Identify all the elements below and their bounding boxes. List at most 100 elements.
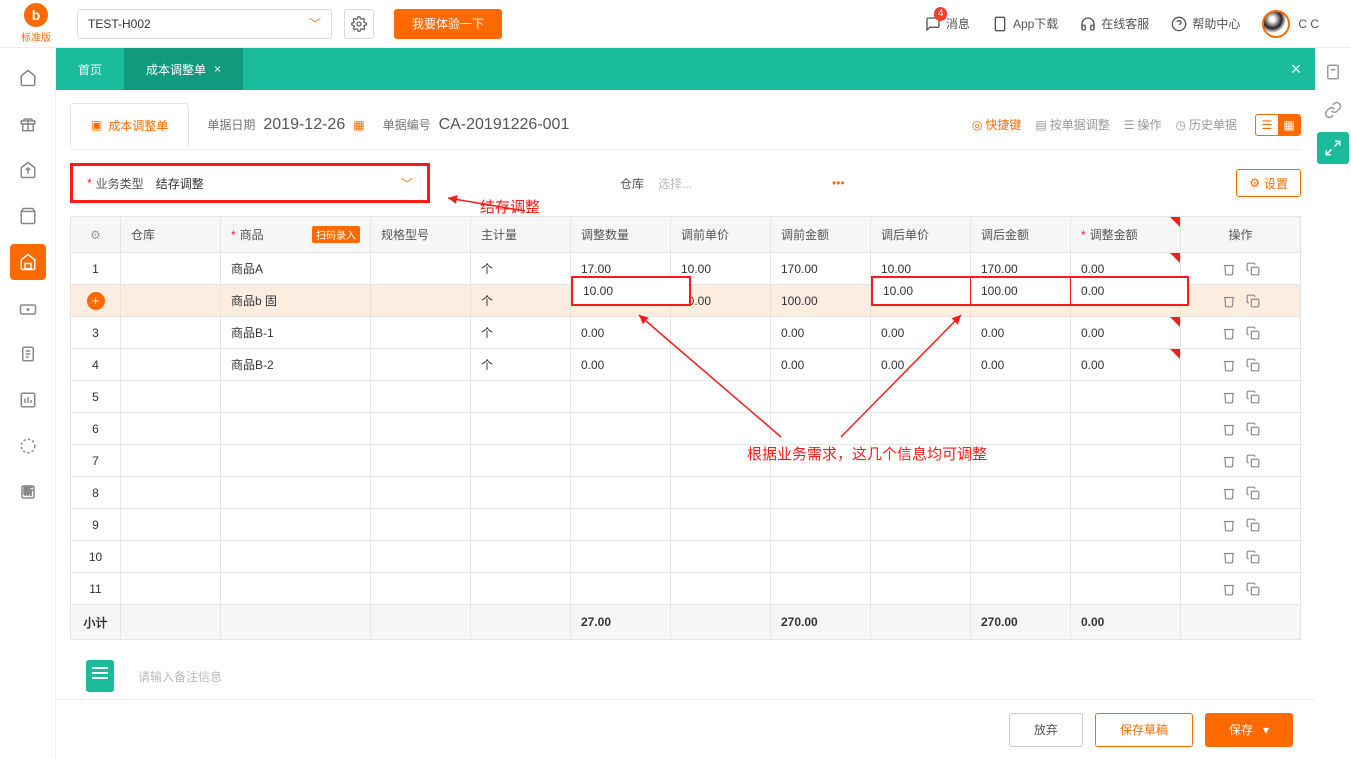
- copy-icon[interactable]: [1245, 453, 1261, 469]
- nav-upload-icon[interactable]: [10, 152, 46, 188]
- annotation-arrow: [631, 307, 791, 447]
- copy-icon[interactable]: [1245, 549, 1261, 565]
- doc-date[interactable]: 单据日期 2019-12-26 ▦: [207, 116, 364, 134]
- user-menu[interactable]: C C: [1262, 10, 1319, 38]
- chevron-down-icon: ﹀: [309, 15, 321, 32]
- copy-icon[interactable]: [1245, 357, 1261, 373]
- org-settings-button[interactable]: [344, 9, 374, 39]
- table-row[interactable]: 10: [71, 541, 1300, 573]
- col-spec[interactable]: 规格型号: [371, 217, 471, 252]
- col-gear[interactable]: ⚙: [71, 217, 121, 252]
- nav-bag-icon[interactable]: [10, 198, 46, 234]
- delete-icon[interactable]: [1221, 293, 1237, 309]
- tab-cost-adjust[interactable]: 成本调整单×: [124, 48, 243, 90]
- copy-icon[interactable]: [1245, 485, 1261, 501]
- expand-icon[interactable]: [1317, 132, 1349, 164]
- data-table: ⚙ 仓库 *商品扫码录入 规格型号 主计量 调整数量 调前单价 调前金额 调后单…: [70, 216, 1301, 640]
- help-button[interactable]: 帮助中心: [1171, 15, 1240, 32]
- settings-button[interactable]: ⚙设置: [1236, 169, 1301, 197]
- chevron-down-icon: ﹀: [401, 175, 413, 192]
- try-button[interactable]: 我要体验一下: [394, 9, 502, 39]
- gear-icon: ⚙: [90, 228, 101, 242]
- messages-button[interactable]: 4 消息: [925, 15, 970, 32]
- col-post-amt[interactable]: 调后金额: [971, 217, 1071, 252]
- top-bar: b 标准版 TEST-H002 ﹀ 我要体验一下 4 消息 App下载 在线客服…: [0, 0, 1351, 48]
- table-row[interactable]: 9: [71, 509, 1300, 541]
- col-adj-amt[interactable]: *调整金额: [1071, 217, 1181, 252]
- table-footer: 小计 27.00 270.00 270.00 0.00: [71, 605, 1300, 639]
- delete-icon[interactable]: [1221, 261, 1237, 277]
- note-icon[interactable]: [1317, 56, 1349, 88]
- calendar-icon[interactable]: ▦: [353, 118, 364, 132]
- doc-tab[interactable]: ▣ 成本调整单: [70, 103, 189, 147]
- headset-icon: [1080, 16, 1096, 32]
- gear-icon: ⚙: [1249, 176, 1260, 190]
- delete-icon[interactable]: [1221, 517, 1237, 533]
- col-qty[interactable]: 调整数量: [571, 217, 671, 252]
- delete-icon[interactable]: [1221, 421, 1237, 437]
- save-button[interactable]: 保存▾: [1205, 713, 1293, 747]
- delete-icon[interactable]: [1221, 325, 1237, 341]
- col-post-price[interactable]: 调后单价: [871, 217, 971, 252]
- copy-icon[interactable]: [1245, 517, 1261, 533]
- copy-icon[interactable]: [1245, 421, 1261, 437]
- biz-type-select[interactable]: * 业务类型 结存调整 ﹀: [70, 163, 430, 203]
- grid-view-icon[interactable]: ▦: [1278, 115, 1300, 135]
- remark-input[interactable]: 请输入备注信息: [130, 660, 1301, 700]
- table-row[interactable]: 11: [71, 573, 1300, 605]
- tabs-close-all[interactable]: ×: [1277, 48, 1315, 90]
- col-product[interactable]: *商品扫码录入: [221, 217, 371, 252]
- copy-icon[interactable]: [1245, 581, 1261, 597]
- annotation-1: 结存调整: [480, 196, 540, 217]
- view-toggle[interactable]: ☰ ▦: [1255, 114, 1301, 136]
- hotkey-link[interactable]: ◎快捷键: [972, 116, 1022, 133]
- copy-icon[interactable]: [1245, 261, 1261, 277]
- delete-icon[interactable]: [1221, 389, 1237, 405]
- org-select[interactable]: TEST-H002 ﹀: [77, 9, 332, 39]
- copy-icon[interactable]: [1245, 389, 1261, 405]
- nav-money-icon[interactable]: [10, 290, 46, 326]
- delete-icon[interactable]: [1221, 485, 1237, 501]
- col-warehouse[interactable]: 仓库: [121, 217, 221, 252]
- col-pre-price[interactable]: 调前单价: [671, 217, 771, 252]
- save-draft-button[interactable]: 保存草稿: [1095, 713, 1193, 747]
- nav-warehouse-icon[interactable]: [10, 244, 46, 280]
- ops-link[interactable]: ☰操作: [1124, 116, 1162, 133]
- logo[interactable]: b 标准版: [10, 3, 62, 44]
- link-icon[interactable]: [1317, 94, 1349, 126]
- col-unit[interactable]: 主计量: [471, 217, 571, 252]
- table-row[interactable]: 7: [71, 445, 1300, 477]
- post-amt-input[interactable]: 100.00: [971, 276, 1071, 306]
- delete-icon[interactable]: [1221, 549, 1237, 565]
- more-button[interactable]: •••: [832, 176, 845, 190]
- list-view-icon[interactable]: ☰: [1256, 115, 1278, 135]
- qty-input[interactable]: 10.00: [571, 276, 691, 306]
- add-row-icon: +: [87, 292, 105, 310]
- annotation-arrow: [831, 307, 971, 447]
- col-pre-amt[interactable]: 调前金额: [771, 217, 871, 252]
- copy-icon[interactable]: [1245, 325, 1261, 341]
- table-row[interactable]: 8: [71, 477, 1300, 509]
- nav-gift-icon[interactable]: [10, 106, 46, 142]
- warehouse-select[interactable]: 仓库 选择...: [620, 175, 692, 192]
- discard-button[interactable]: 放弃: [1009, 713, 1083, 747]
- service-button[interactable]: 在线客服: [1080, 15, 1149, 32]
- history-link[interactable]: ◷历史单据: [1176, 116, 1238, 133]
- tab-home[interactable]: 首页: [56, 48, 124, 90]
- by-bill-link[interactable]: ▤按单据调整: [1035, 116, 1109, 133]
- app-download-button[interactable]: App下载: [992, 15, 1058, 32]
- delete-icon[interactable]: [1221, 453, 1237, 469]
- close-icon[interactable]: ×: [214, 62, 221, 76]
- table-header: ⚙ 仓库 *商品扫码录入 规格型号 主计量 调整数量 调前单价 调前金额 调后单…: [71, 217, 1300, 253]
- adj-amt-input[interactable]: 0.00: [1071, 276, 1189, 306]
- nav-report-icon[interactable]: [10, 382, 46, 418]
- nav-loading-icon[interactable]: [10, 428, 46, 464]
- nav-home-icon[interactable]: [10, 60, 46, 96]
- post-price-input[interactable]: 10.00: [871, 276, 971, 306]
- copy-icon[interactable]: [1245, 293, 1261, 309]
- scan-button[interactable]: 扫码录入: [312, 226, 360, 243]
- nav-new-icon[interactable]: 新: [10, 474, 46, 510]
- nav-clipboard-icon[interactable]: [10, 336, 46, 372]
- delete-icon[interactable]: [1221, 357, 1237, 373]
- delete-icon[interactable]: [1221, 581, 1237, 597]
